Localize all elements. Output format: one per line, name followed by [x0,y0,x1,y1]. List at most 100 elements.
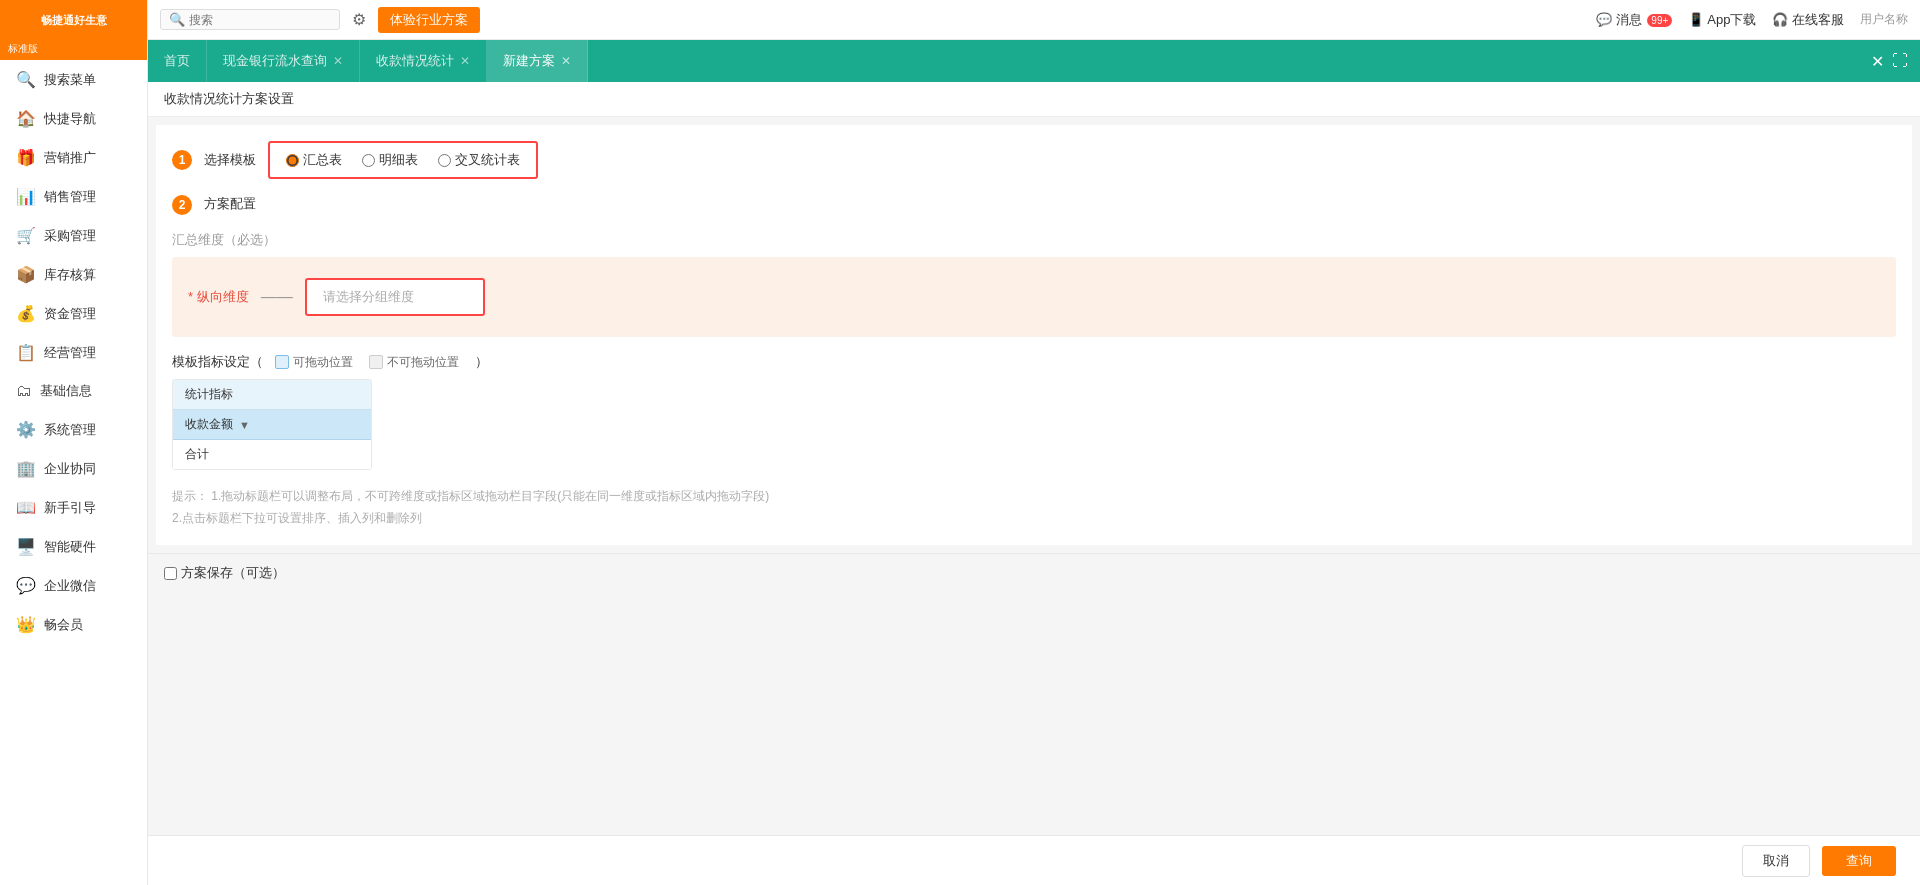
support-label: 在线客服 [1792,12,1844,27]
vertical-dim-label: 纵向维度 [188,288,249,306]
trial-button[interactable]: 体验行业方案 [378,7,480,33]
sidebar-item-member[interactable]: 👑 畅会员 [0,605,147,644]
sidebar-item-label: 营销推广 [44,149,96,167]
tab-bank-flow-close[interactable]: ✕ [333,54,343,68]
hint-draggable-label: 可拖动位置 [293,354,353,371]
topbar: 🔍 ⚙ 体验行业方案 💬 消息 99+ 📱 App下载 🎧 在线客服 用户名称 [148,0,1920,40]
sidebar-item-operation[interactable]: 📋 经营管理 [0,333,147,372]
topbar-right: 💬 消息 99+ 📱 App下载 🎧 在线客服 用户名称 [1596,11,1908,29]
tab-bank-flow[interactable]: 现金银行流水查询 ✕ [207,40,360,82]
money-icon: 💰 [16,304,36,323]
metrics-section: 模板指标设定（ 可拖动位置 不可拖动位置 ） [172,353,1896,470]
tips-section: 提示： 1.拖动标题栏可以调整布局，不可跨维度或指标区域拖动栏目字段(只能在同一… [172,486,1896,529]
radio-cross[interactable]: 交叉统计表 [438,151,520,169]
metrics-section-label: 统计指标 [185,386,233,403]
sidebar-item-system[interactable]: ⚙️ 系统管理 [0,410,147,449]
query-button[interactable]: 查询 [1822,846,1896,876]
hint-fixed: 不可拖动位置 [369,354,459,371]
box-icon: 📦 [16,265,36,284]
tab-new-plan-label: 新建方案 [503,52,555,70]
sidebar-item-label: 采购管理 [44,227,96,245]
chart-icon: 📊 [16,187,36,206]
support-area[interactable]: 🎧 在线客服 [1772,11,1844,29]
sidebar-item-quick-nav[interactable]: 🏠 快捷导航 [0,99,147,138]
col-dropdown-icon[interactable]: ▼ [239,419,250,431]
sidebar-item-label: 销售管理 [44,188,96,206]
hint-draggable: 可拖动位置 [275,354,353,371]
book-icon: 📖 [16,498,36,517]
step2-label: 方案配置 [204,195,256,213]
tab-receipt-stat-close[interactable]: ✕ [460,54,470,68]
tab-new-plan-close[interactable]: ✕ [561,54,571,68]
metrics-col-header[interactable]: 收款金额 ▼ [173,410,371,440]
sidebar-item-label: 畅会员 [44,616,83,634]
tab-bank-flow-label: 现金银行流水查询 [223,52,327,70]
tab-home[interactable]: 首页 [148,40,207,82]
settings-icon[interactable]: ⚙ [352,10,366,29]
gear-icon: ⚙️ [16,420,36,439]
sidebar-item-label: 资金管理 [44,305,96,323]
sidebar-item-marketing[interactable]: 🎁 营销推广 [0,138,147,177]
message-label: 消息 [1616,12,1642,27]
radio-summary-label: 汇总表 [303,151,342,169]
download-label: App下载 [1707,12,1756,27]
page-content: 收款情况统计方案设置 1 选择模板 汇总表 明细表 [148,82,1920,835]
sidebar-item-wechat[interactable]: 💬 企业微信 [0,566,147,605]
sidebar-item-label: 库存核算 [44,266,96,284]
template-box: 汇总表 明细表 交叉统计表 [268,141,538,179]
sidebar-item-basic[interactable]: 🗂 基础信息 [0,372,147,410]
user-name: 用户名称 [1860,11,1908,28]
search-icon: 🔍 [16,70,36,89]
tab-receipt-stat-label: 收款情况统计 [376,52,454,70]
sidebar-item-hardware[interactable]: 🖥️ 智能硬件 [0,527,147,566]
cancel-button[interactable]: 取消 [1742,845,1810,877]
download-area[interactable]: 📱 App下载 [1688,11,1756,29]
radio-detail-label: 明细表 [379,151,418,169]
search-box[interactable]: 🔍 [160,9,340,30]
metrics-header: 模板指标设定（ 可拖动位置 不可拖动位置 ） [172,353,1896,371]
breadcrumb: 收款情况统计方案设置 [164,91,294,106]
monitor-icon: 🖥️ [16,537,36,556]
close-paren: ） [475,353,488,371]
sidebar-item-purchase[interactable]: 🛒 采购管理 [0,216,147,255]
sidebar-item-label: 搜索菜单 [44,71,96,89]
sidebar-item-newbie[interactable]: 📖 新手引导 [0,488,147,527]
sidebar-item-search[interactable]: 🔍 搜索菜单 [0,60,147,99]
home-icon: 🏠 [16,109,36,128]
radio-cross-input[interactable] [438,154,451,167]
section-card: 1 选择模板 汇总表 明细表 交叉统计 [156,125,1912,545]
fixed-indicator [369,355,383,369]
search-input[interactable] [189,13,319,27]
radio-summary-input[interactable] [286,154,299,167]
sidebar-item-inventory[interactable]: 📦 库存核算 [0,255,147,294]
logo-text: 畅捷通好生意 [41,13,107,28]
dim-select-box[interactable]: 请选择分组维度 [305,278,485,316]
arrow-icon: —— [261,288,293,306]
tab-close-icon[interactable]: ✕ [1871,52,1884,71]
tab-expand-icon[interactable]: ⛶ [1892,52,1908,70]
metrics-label: 模板指标设定（ [172,353,263,371]
sidebar-item-funds[interactable]: 💰 资金管理 [0,294,147,333]
message-badge: 99+ [1647,14,1672,27]
config-section: 汇总维度（必选） 纵向维度 —— 请选择分组维度 模板指标设定（ [172,231,1896,529]
sidebar-item-label: 新手引导 [44,499,96,517]
page-header: 收款情况统计方案设置 [148,82,1920,117]
sidebar-item-sales[interactable]: 📊 销售管理 [0,177,147,216]
headset-icon: 🎧 [1772,12,1788,27]
save-checkbox[interactable] [164,567,177,580]
message-area[interactable]: 💬 消息 99+ [1596,11,1672,29]
radio-group: 汇总表 明细表 交叉统计表 [286,151,520,169]
dim-placeholder: 请选择分组维度 [323,288,414,306]
step2-badge: 2 [172,195,192,215]
sidebar-item-label: 系统管理 [44,421,96,439]
tab-new-plan[interactable]: 新建方案 ✕ [487,40,588,82]
radio-detail-input[interactable] [362,154,375,167]
message-icon: 💬 [1596,12,1612,27]
radio-detail[interactable]: 明细表 [362,151,418,169]
sidebar-item-enterprise[interactable]: 🏢 企业协同 [0,449,147,488]
tab-receipt-stat[interactable]: 收款情况统计 ✕ [360,40,487,82]
radio-summary[interactable]: 汇总表 [286,151,342,169]
save-label[interactable]: 方案保存（可选） [164,564,285,582]
hint-fixed-label: 不可拖动位置 [387,354,459,371]
sidebar-item-label: 企业协同 [44,460,96,478]
